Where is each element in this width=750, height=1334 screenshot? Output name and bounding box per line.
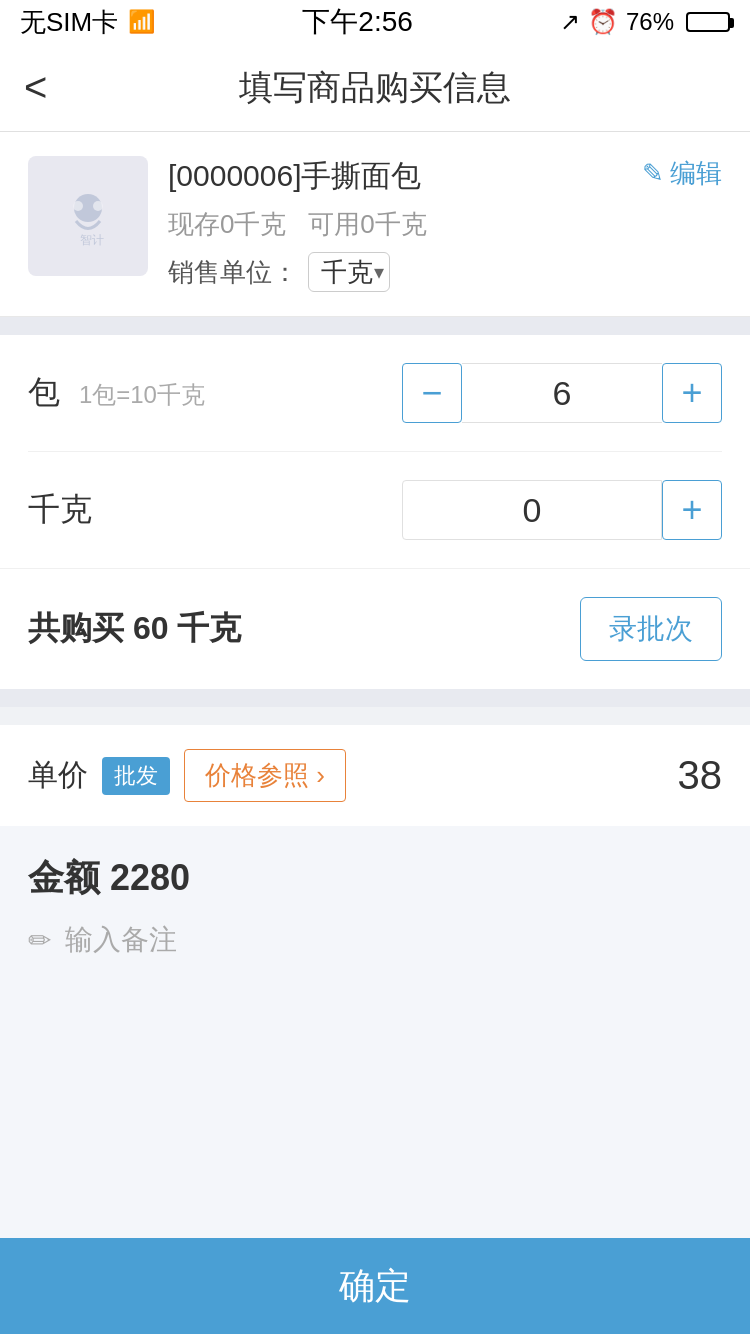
total-text: 共购买 60 千克: [28, 607, 241, 651]
back-button[interactable]: <: [24, 65, 47, 110]
bag-minus-button[interactable]: −: [402, 363, 462, 423]
unit-select[interactable]: 千克: [308, 252, 390, 292]
amount-section: 金额 2280 ✏ 输入备注: [0, 826, 750, 975]
status-bar: 无SIM卡 📶 下午2:56 ↗ ⏰ 76%: [0, 0, 750, 44]
kg-label: 千克: [28, 488, 402, 532]
confirm-label: 确定: [339, 1262, 411, 1311]
price-value: 38: [678, 753, 723, 798]
product-stock: 现存0千克 可用0千克: [168, 207, 722, 242]
status-left: 无SIM卡 📶: [20, 5, 155, 40]
pencil-icon: ✏: [28, 924, 51, 957]
price-label: 单价 批发 价格参照 ›: [28, 749, 346, 802]
remark-placeholder: 输入备注: [65, 921, 177, 959]
wifi-icon: 📶: [128, 9, 155, 35]
bag-quantity-input[interactable]: [462, 363, 662, 423]
price-section: 单价 批发 价格参照 › 38: [0, 725, 750, 826]
carrier-label: 无SIM卡: [20, 5, 118, 40]
section-separator-1: [0, 317, 750, 335]
amount-row: 金额 2280: [28, 854, 722, 903]
edit-icon: ✎: [642, 158, 664, 189]
bag-sub-label: 1包=10千克: [79, 381, 205, 408]
product-card: 智计 [0000006]手撕面包 ✎ 编辑 现存0千克 可用0千克 销售单位： …: [0, 132, 750, 317]
quantity-section: 包 1包=10千克 − + 千克 +: [0, 335, 750, 568]
location-icon: ↗: [560, 8, 580, 36]
battery-percent: 76%: [626, 8, 674, 36]
kg-qty-controls: +: [402, 480, 722, 540]
alarm-icon: ⏰: [588, 8, 618, 36]
edit-label: 编辑: [670, 156, 722, 191]
battery-icon: [686, 12, 730, 32]
status-time: 下午2:56: [302, 3, 413, 41]
price-reference-button[interactable]: 价格参照 ›: [184, 749, 346, 802]
edit-button[interactable]: ✎ 编辑: [642, 156, 722, 191]
kg-quantity-input[interactable]: [402, 480, 662, 540]
svg-text:智计: 智计: [80, 233, 104, 246]
bag-label: 包 1包=10千克: [28, 371, 402, 415]
page-title: 填写商品购买信息: [239, 65, 511, 111]
bag-plus-button[interactable]: +: [662, 363, 722, 423]
nav-bar: < 填写商品购买信息: [0, 44, 750, 132]
svg-point-1: [73, 201, 83, 211]
batch-button[interactable]: 录批次: [580, 597, 722, 661]
bag-quantity-row: 包 1包=10千克 − +: [28, 335, 722, 452]
section-separator-2: [0, 689, 750, 707]
kg-plus-button[interactable]: +: [662, 480, 722, 540]
product-unit-row: 销售单位： 千克: [168, 252, 722, 292]
amount-value: 2280: [110, 857, 190, 898]
confirm-button[interactable]: 确定: [0, 1238, 750, 1334]
status-right: ↗ ⏰ 76%: [560, 8, 730, 36]
wholesale-badge: 批发: [102, 757, 170, 795]
product-info: [0000006]手撕面包 ✎ 编辑 现存0千克 可用0千克 销售单位： 千克: [168, 156, 722, 292]
total-section: 共购买 60 千克 录批次: [0, 568, 750, 689]
kg-quantity-row: 千克 +: [28, 452, 722, 568]
remark-row[interactable]: ✏ 输入备注: [28, 921, 722, 959]
bag-qty-controls: − +: [402, 363, 722, 423]
svg-point-2: [93, 201, 103, 211]
product-thumbnail: 智计: [28, 156, 148, 276]
product-logo-icon: 智计: [58, 186, 118, 246]
unit-select-wrap[interactable]: 千克: [308, 252, 390, 292]
product-name: [0000006]手撕面包: [168, 156, 421, 197]
